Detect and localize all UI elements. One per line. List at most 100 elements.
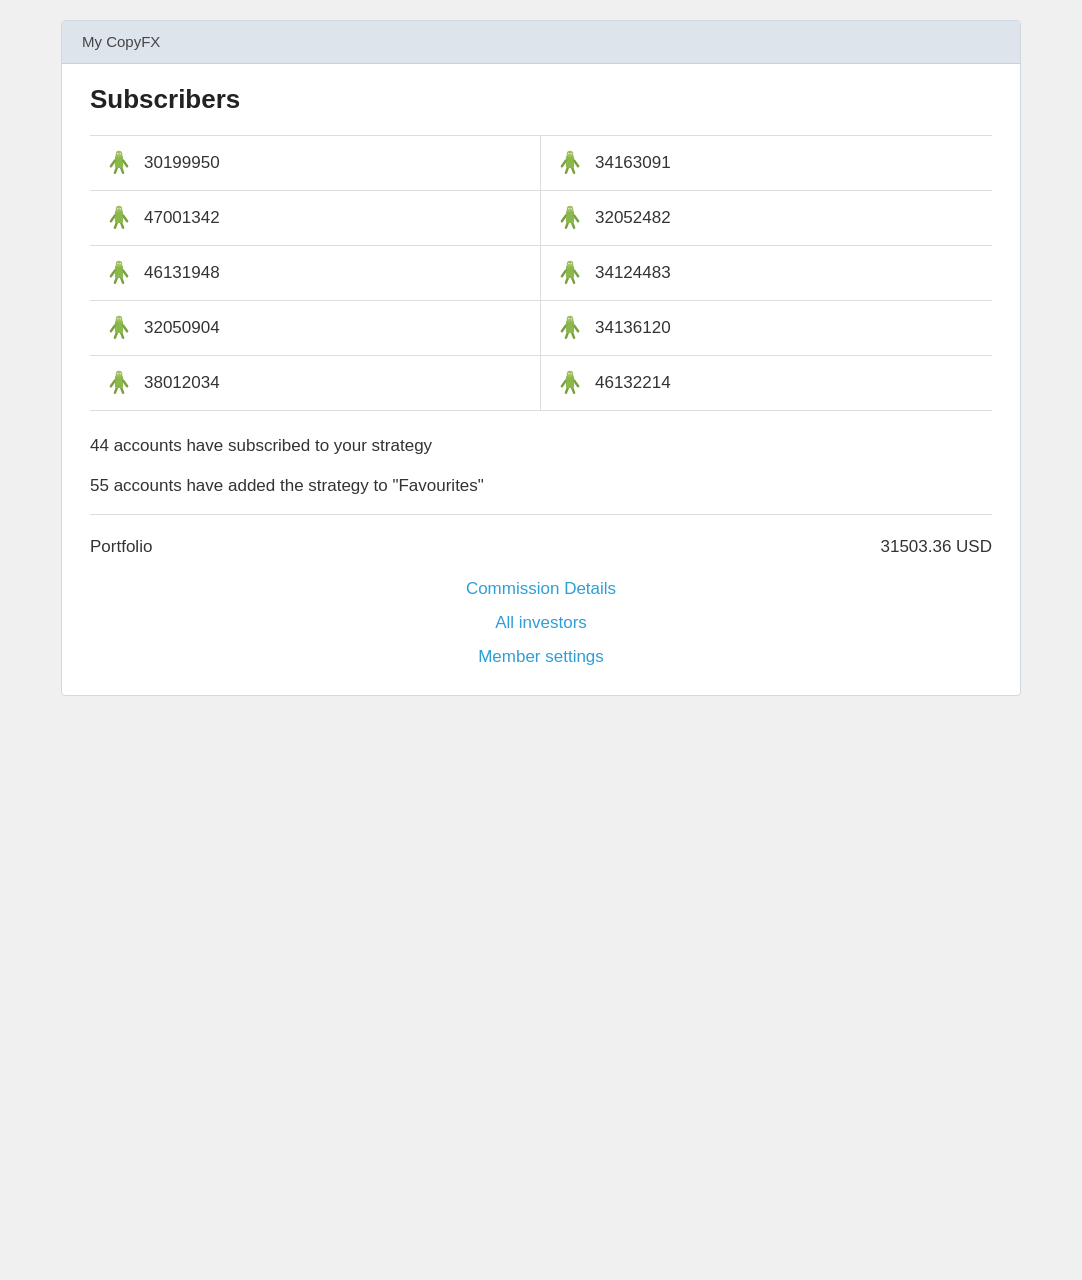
svg-point-82 (567, 371, 574, 378)
trader-icon (106, 315, 132, 341)
svg-rect-78 (115, 381, 123, 388)
svg-line-57 (123, 326, 127, 332)
subscriber-cell[interactable]: 34136120 (541, 301, 992, 356)
svg-point-43 (117, 263, 118, 264)
svg-line-12 (574, 161, 578, 167)
trader-icon (106, 150, 132, 176)
subscriber-id: 47001342 (144, 208, 220, 228)
trader-icon (106, 260, 132, 286)
svg-line-56 (111, 326, 115, 332)
subscriber-id: 38012034 (144, 373, 220, 393)
svg-point-46 (567, 261, 574, 268)
commission-details-link[interactable]: Commission Details (466, 579, 616, 599)
trader-icon (106, 205, 132, 231)
subscriber-id: 34163091 (595, 153, 671, 173)
copyfx-card: My CopyFX Subscribers 30199950 (61, 20, 1021, 696)
trader-icon (557, 315, 583, 341)
stat-subscribed: 44 accounts have subscribed to your stra… (90, 433, 992, 459)
svg-rect-42 (115, 271, 123, 278)
svg-point-34 (568, 208, 569, 209)
stat-favourites: 55 accounts have added the strategy to "… (90, 473, 992, 499)
subscriber-cell[interactable]: 34163091 (541, 136, 992, 191)
trader-icon (106, 370, 132, 396)
links-section: Commission Details All investors Member se… (90, 579, 992, 667)
svg-point-19 (116, 206, 123, 213)
subscriber-cell[interactable]: 46131948 (90, 246, 541, 301)
svg-line-20 (111, 216, 115, 222)
svg-line-66 (574, 326, 578, 332)
svg-point-35 (571, 208, 572, 209)
subscriber-cell[interactable]: 38012034 (90, 356, 541, 411)
svg-point-52 (568, 263, 569, 264)
subscriber-cell[interactable]: 32052482 (541, 191, 992, 246)
svg-line-75 (123, 381, 127, 387)
svg-point-17 (571, 153, 572, 154)
svg-point-64 (567, 316, 574, 323)
card-header: My CopyFX (62, 21, 1020, 64)
subscriber-cell[interactable]: 32050904 (90, 301, 541, 356)
subscriber-id: 46131948 (144, 263, 220, 283)
svg-point-73 (116, 371, 123, 378)
svg-point-28 (567, 206, 574, 213)
section-title: Subscribers (90, 84, 992, 115)
subscriber-id: 32050904 (144, 318, 220, 338)
svg-line-83 (562, 381, 566, 387)
svg-line-47 (562, 271, 566, 277)
subscriber-cell[interactable]: 46132214 (541, 356, 992, 411)
svg-point-79 (117, 373, 118, 374)
card-body: Subscribers 30199950 (62, 64, 1020, 695)
all-investors-link[interactable]: All investors (495, 613, 587, 633)
svg-rect-24 (115, 216, 123, 223)
svg-point-62 (120, 318, 121, 319)
svg-line-39 (123, 271, 127, 277)
svg-point-44 (120, 263, 121, 264)
svg-rect-69 (566, 326, 574, 333)
svg-line-48 (574, 271, 578, 277)
svg-point-37 (116, 261, 123, 268)
svg-rect-87 (566, 381, 574, 388)
svg-line-29 (562, 216, 566, 222)
svg-point-70 (568, 318, 569, 319)
subscribers-grid: 30199950 34163091 (90, 135, 992, 411)
svg-line-21 (123, 216, 127, 222)
subscriber-id: 46132214 (595, 373, 671, 393)
svg-point-80 (120, 373, 121, 374)
card-header-title: My CopyFX (82, 33, 160, 50)
svg-rect-6 (115, 161, 123, 168)
svg-point-88 (568, 373, 569, 374)
svg-point-53 (571, 263, 572, 264)
svg-point-1 (116, 151, 123, 158)
svg-point-89 (571, 373, 572, 374)
svg-line-11 (562, 161, 566, 167)
stats-section: 44 accounts have subscribed to your stra… (90, 433, 992, 498)
trader-icon (557, 370, 583, 396)
svg-point-71 (571, 318, 572, 319)
svg-line-65 (562, 326, 566, 332)
svg-point-26 (120, 208, 121, 209)
svg-point-16 (568, 153, 569, 154)
trader-icon (557, 205, 583, 231)
svg-rect-60 (115, 326, 123, 333)
member-settings-link[interactable]: Member settings (478, 647, 604, 667)
svg-line-2 (111, 161, 115, 167)
portfolio-label: Portfolio (90, 537, 152, 557)
svg-point-7 (117, 153, 118, 154)
divider (90, 514, 992, 515)
trader-icon (557, 150, 583, 176)
svg-point-61 (117, 318, 118, 319)
subscriber-id: 32052482 (595, 208, 671, 228)
svg-line-3 (123, 161, 127, 167)
subscriber-cell[interactable]: 47001342 (90, 191, 541, 246)
svg-point-8 (120, 153, 121, 154)
svg-point-10 (567, 151, 574, 158)
subscriber-cell[interactable]: 30199950 (90, 136, 541, 191)
svg-line-84 (574, 381, 578, 387)
svg-rect-51 (566, 271, 574, 278)
trader-icon (557, 260, 583, 286)
svg-line-74 (111, 381, 115, 387)
svg-rect-15 (566, 161, 574, 168)
subscriber-cell[interactable]: 34124483 (541, 246, 992, 301)
svg-rect-33 (566, 216, 574, 223)
subscriber-id: 34136120 (595, 318, 671, 338)
svg-point-25 (117, 208, 118, 209)
